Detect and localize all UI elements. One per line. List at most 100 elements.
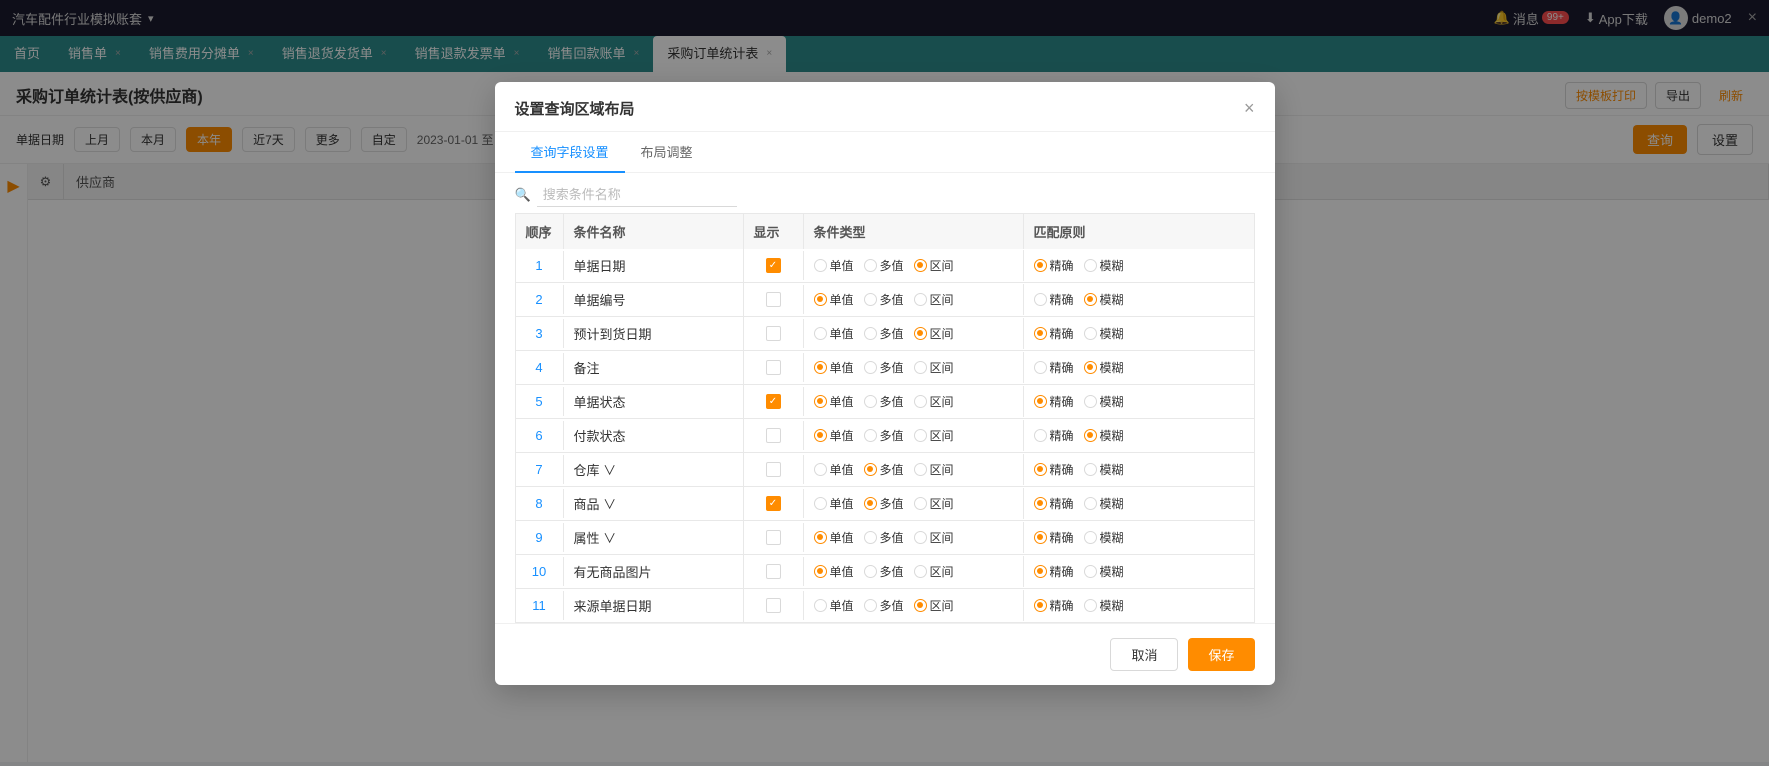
save-button[interactable]: 保存 — [1188, 638, 1254, 671]
cond-type-radio-opt[interactable]: 区间 — [914, 257, 954, 274]
show-checkbox[interactable] — [766, 530, 781, 545]
match-type-radio-opt[interactable]: 模糊 — [1084, 529, 1124, 546]
cond-type-radio-opt[interactable]: 单值 — [814, 325, 854, 342]
cond-type-radio-opt[interactable]: 区间 — [914, 325, 954, 342]
cond-type-radio-opt[interactable]: 单值 — [814, 393, 854, 410]
cond-type-radio-opt[interactable]: 多值 — [864, 359, 904, 376]
match-type-radio-opt[interactable]: 精确 — [1034, 597, 1074, 614]
cond-type-radio-opt[interactable]: 多值 — [864, 325, 904, 342]
cond-type-radio-opt[interactable]: 单值 — [814, 461, 854, 478]
match-type-radio-opt[interactable]: 模糊 — [1084, 495, 1124, 512]
cond-type-radio-opt[interactable]: 多值 — [864, 529, 904, 546]
match-type-radio-opt[interactable]: 精确 — [1034, 529, 1074, 546]
cond-type-radio-opt[interactable]: 多值 — [864, 427, 904, 444]
show-checkbox[interactable] — [766, 360, 781, 375]
show-checkbox[interactable] — [766, 394, 781, 409]
cell-show[interactable] — [744, 319, 804, 348]
match-type-radio-opt[interactable]: 精确 — [1034, 291, 1074, 308]
match-type-radio-opt[interactable]: 精确 — [1034, 495, 1074, 512]
cond-type-radio-opt[interactable]: 多值 — [864, 461, 904, 478]
cond-type-radio-opt[interactable]: 区间 — [914, 597, 954, 614]
cell-show[interactable] — [744, 489, 804, 518]
cell-cond-type: 单值多值区间 — [804, 556, 1024, 587]
cond-type-radio-opt[interactable]: 区间 — [914, 495, 954, 512]
show-checkbox[interactable] — [766, 462, 781, 477]
cond-type-radio-opt[interactable]: 单值 — [814, 257, 854, 274]
match-type-radio-opt[interactable]: 模糊 — [1084, 563, 1124, 580]
radio-circle — [864, 395, 877, 408]
cell-cond-type: 单值多值区间 — [804, 420, 1024, 451]
radio-circle — [864, 361, 877, 374]
match-type-radio-opt[interactable]: 模糊 — [1084, 461, 1124, 478]
cell-show[interactable] — [744, 523, 804, 552]
cond-type-radio-opt[interactable]: 多值 — [864, 563, 904, 580]
cond-type-radio-opt[interactable]: 单值 — [814, 427, 854, 444]
cell-show[interactable] — [744, 251, 804, 280]
cond-type-radio-opt[interactable]: 区间 — [914, 427, 954, 444]
match-type-radio-opt[interactable]: 模糊 — [1084, 427, 1124, 444]
search-input[interactable] — [537, 183, 737, 207]
show-checkbox[interactable] — [766, 292, 781, 307]
match-type-radio-opt[interactable]: 模糊 — [1084, 393, 1124, 410]
cell-show[interactable] — [744, 387, 804, 416]
radio-circle — [1034, 429, 1047, 442]
match-type-radio-opt[interactable]: 精确 — [1034, 427, 1074, 444]
match-type-radio-opt[interactable]: 精确 — [1034, 359, 1074, 376]
cond-type-radio-opt[interactable]: 区间 — [914, 563, 954, 580]
cond-type-radio-opt[interactable]: 单值 — [814, 529, 854, 546]
match-type-radio-opt[interactable]: 模糊 — [1084, 359, 1124, 376]
match-type-radio-opt[interactable]: 模糊 — [1084, 291, 1124, 308]
cond-type-radio-opt[interactable]: 单值 — [814, 597, 854, 614]
modal-table-row: 8商品 ∨ 单值多值区间 精确模糊 — [515, 487, 1255, 521]
modal-close-button[interactable]: × — [1244, 99, 1255, 117]
show-checkbox[interactable] — [766, 496, 781, 511]
radio-label: 精确 — [1050, 427, 1074, 444]
match-type-radio-opt[interactable]: 精确 — [1034, 257, 1074, 274]
cond-type-radio-opt[interactable]: 区间 — [914, 529, 954, 546]
match-type-radio-opt[interactable]: 精确 — [1034, 325, 1074, 342]
match-type-radio-opt[interactable]: 精确 — [1034, 563, 1074, 580]
cell-cond-type: 单值多值区间 — [804, 386, 1024, 417]
match-type-radio-opt[interactable]: 精确 — [1034, 461, 1074, 478]
cond-type-radio-opt[interactable]: 区间 — [914, 359, 954, 376]
modal-tab-query-fields[interactable]: 查询字段设置 — [515, 132, 625, 173]
cond-type-radio-opt[interactable]: 区间 — [914, 291, 954, 308]
match-type-radio-opt[interactable]: 模糊 — [1084, 257, 1124, 274]
match-type-radio-opt[interactable]: 模糊 — [1084, 597, 1124, 614]
show-checkbox[interactable] — [766, 598, 781, 613]
cell-show[interactable] — [744, 591, 804, 620]
cond-type-radio-opt[interactable]: 单值 — [814, 291, 854, 308]
cell-name: 商品 ∨ — [564, 487, 744, 520]
show-checkbox[interactable] — [766, 428, 781, 443]
radio-label: 区间 — [930, 325, 954, 342]
cond-type-radio-opt[interactable]: 多值 — [864, 597, 904, 614]
cond-type-radio-opt[interactable]: 多值 — [864, 393, 904, 410]
cond-type-radio-opt[interactable]: 区间 — [914, 393, 954, 410]
cell-order: 8 — [516, 489, 564, 518]
cond-type-radio-opt[interactable]: 多值 — [864, 291, 904, 308]
show-checkbox[interactable] — [766, 258, 781, 273]
cell-show[interactable] — [744, 421, 804, 450]
match-type-radio-opt[interactable]: 模糊 — [1084, 325, 1124, 342]
cond-type-radio-opt[interactable]: 多值 — [864, 495, 904, 512]
show-checkbox[interactable] — [766, 326, 781, 341]
cond-type-radio-opt[interactable]: 区间 — [914, 461, 954, 478]
cancel-button[interactable]: 取消 — [1110, 638, 1178, 671]
show-checkbox[interactable] — [766, 564, 781, 579]
cell-show[interactable] — [744, 455, 804, 484]
cond-type-radio-opt[interactable]: 单值 — [814, 495, 854, 512]
th-match-rule: 匹配原则 — [1024, 214, 1224, 249]
cond-type-radio-opt[interactable]: 多值 — [864, 257, 904, 274]
modal-table-row: 1单据日期单值多值区间精确模糊 — [515, 249, 1255, 283]
cell-name: 仓库 ∨ — [564, 453, 744, 486]
radio-circle — [1034, 599, 1047, 612]
cond-type-radio-opt[interactable]: 单值 — [814, 563, 854, 580]
cond-type-radio-opt[interactable]: 单值 — [814, 359, 854, 376]
cell-show[interactable] — [744, 353, 804, 382]
cell-show[interactable] — [744, 285, 804, 314]
radio-circle — [814, 599, 827, 612]
cell-show[interactable] — [744, 557, 804, 586]
modal-tab-layout[interactable]: 布局调整 — [625, 132, 709, 173]
match-type-radio-opt[interactable]: 精确 — [1034, 393, 1074, 410]
cell-name: 付款状态 — [564, 419, 744, 452]
